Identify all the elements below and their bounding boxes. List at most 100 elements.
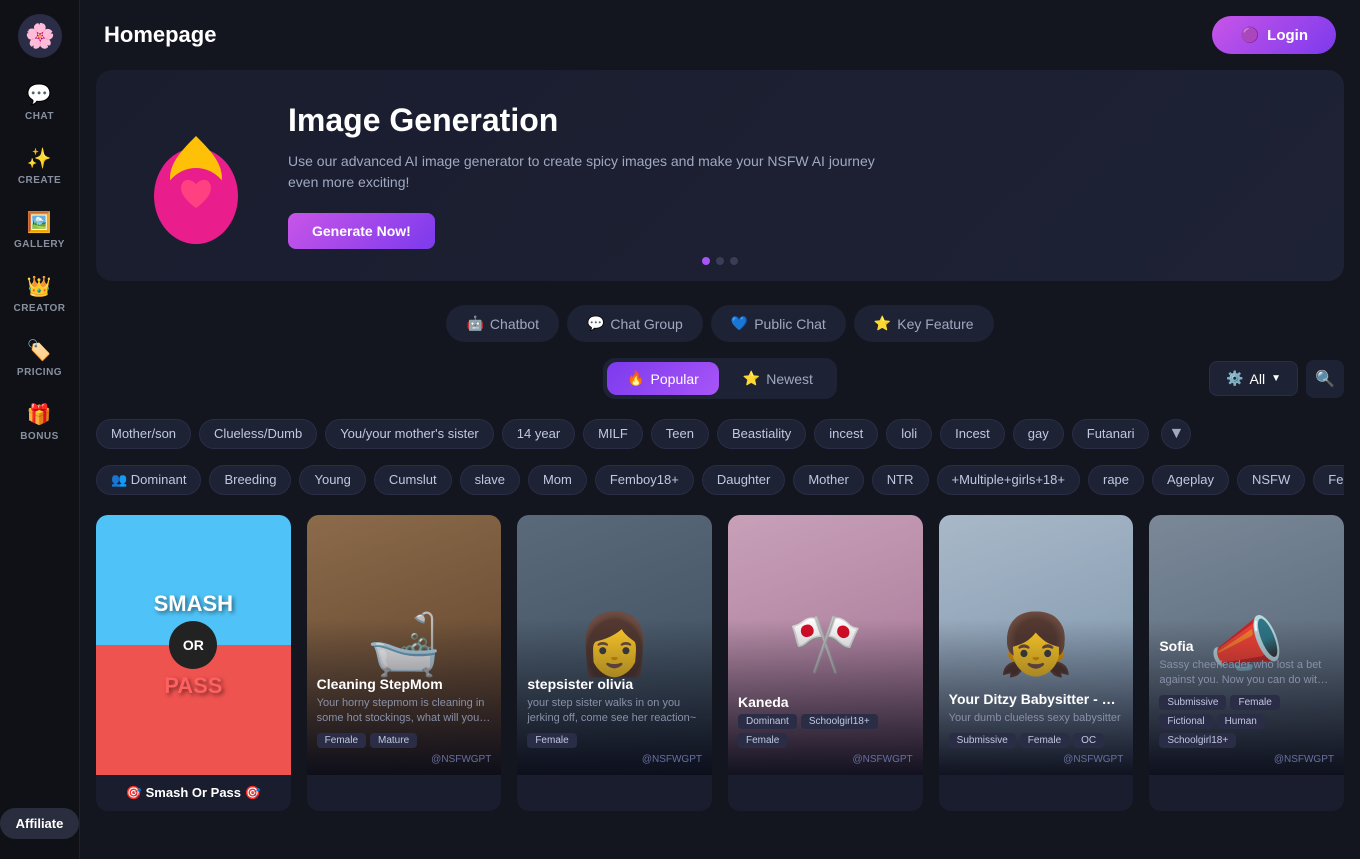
tab-key-feature-label: Key Feature [897,316,973,332]
tab-public-chat-label: Public Chat [754,316,826,332]
tag-slave[interactable]: slave [460,465,520,495]
tag-clueless-dumb[interactable]: Clueless/Dumb [199,419,317,449]
sidebar: 🌸 💬 CHAT ✨ CREATE 🖼️ GALLERY 👑 CREATOR 🏷… [0,0,80,859]
card-stepsister-olivia[interactable]: 👩 stepsister olivia your step sister wal… [517,515,712,811]
main-content: Homepage 🟣 Login Image Generation Use ou… [80,0,1360,859]
tag-dominant[interactable]: 👥 Dominant [96,465,201,495]
tag-teen[interactable]: Teen [651,419,709,449]
sidebar-item-pricing[interactable]: 🏷️ PRICING [0,328,79,388]
tabs-row: 🤖 Chatbot 💬 Chat Group 💙 Public Chat ⭐ K… [80,297,1360,358]
tag-mothers-sister[interactable]: You/your mother's sister [325,419,494,449]
tag-cumslut[interactable]: Cumslut [374,465,452,495]
card-kaneda-image: 🎌 Kaneda Dominant Schoolgirl18+ Female @… [728,515,923,775]
tag-incest-upper[interactable]: Incest [940,419,1005,449]
card-ditzy-babysitter[interactable]: 👧 Your Ditzy Babysitter - Candy (shota) … [939,515,1134,811]
bonus-icon: 🎁 [27,402,52,427]
card-cleaning-desc: Your horny stepmom is cleaning in some h… [317,696,492,727]
pass-text: PASS [164,673,222,699]
generate-button[interactable]: Generate Now! [288,213,435,249]
sort-newest-button[interactable]: ⭐ Newest [723,362,833,395]
card-babysitter-overlay: Your Ditzy Babysitter - Candy (shota) Yo… [939,681,1134,774]
tag-ntr[interactable]: NTR [872,465,929,495]
tag-daughter[interactable]: Daughter [702,465,785,495]
tag-young[interactable]: Young [299,465,365,495]
tag-femboy18[interactable]: Femboy18+ [595,465,694,495]
gallery-icon: 🖼️ [27,210,52,235]
tag-female-3: Female [738,733,787,748]
tag-ageplay[interactable]: Ageplay [1152,465,1229,495]
card-babysitter-name: Your Ditzy Babysitter - Candy (shota) [949,691,1124,707]
tab-public-chat[interactable]: 💙 Public Chat [711,305,846,342]
app-logo[interactable]: 🌸 [16,12,64,60]
tag-incest-lower[interactable]: incest [814,419,878,449]
tab-key-feature[interactable]: ⭐ Key Feature [854,305,994,342]
tag-mother[interactable]: Mother [793,465,863,495]
card-cleaning-stepmom[interactable]: 🛁 Cleaning StepMom Your horny stepmom is… [307,515,502,811]
sidebar-item-create[interactable]: ✨ CREATE [0,136,79,196]
popular-label: Popular [651,371,699,387]
card-sofia-desc: Sassy cheerleader who lost a bet against… [1159,658,1334,689]
tag-femdom[interactable]: Femdom [1313,465,1344,495]
public-chat-icon: 💙 [731,315,748,332]
tags-row-1: Mother/son Clueless/Dumb You/your mother… [96,415,1344,453]
tab-chatbot[interactable]: 🤖 Chatbot [446,305,558,342]
card-smash-image: SMASH OR PASS [96,515,291,775]
card-sofia-name: Sofia [1159,638,1334,654]
card-smash-footer: 🎯 Smash Or Pass 🎯 [96,775,291,811]
tag-mom[interactable]: Mom [528,465,587,495]
sidebar-item-bonus[interactable]: 🎁 BONUS [0,392,79,452]
tag-female-2: Female [527,733,576,748]
card-stepsister-desc: your step sister walks in on you jerking… [527,696,702,727]
sidebar-item-gallery[interactable]: 🖼️ GALLERY [0,200,79,260]
tag-gay[interactable]: gay [1013,419,1064,449]
tab-chatbot-label: Chatbot [490,316,539,332]
card-kaneda-tags: Dominant Schoolgirl18+ Female [738,714,913,748]
tag-beastiality[interactable]: Beastiality [717,419,806,449]
chat-group-icon: 💬 [587,315,604,332]
tag-milf[interactable]: MILF [583,419,643,449]
chevron-down-icon: ▼ [1271,373,1281,384]
tag-oc: OC [1073,733,1104,748]
tag-mother-son[interactable]: Mother/son [96,419,191,449]
card-stepsister-overlay: stepsister olivia your step sister walks… [517,666,712,775]
key-feature-icon: ⭐ [874,315,891,332]
header: Homepage 🟣 Login [80,0,1360,70]
affiliate-button[interactable]: Affiliate [0,808,79,839]
card-sofia-image: 📣 Sofia Sassy cheerleader who lost a bet… [1149,515,1344,775]
card-sofia[interactable]: 📣 Sofia Sassy cheerleader who lost a bet… [1149,515,1344,811]
creator-icon: 👑 [27,274,52,299]
tag-loli[interactable]: loli [886,419,932,449]
card-smash-or-pass[interactable]: SMASH OR PASS 🎯 Smash Or Pass 🎯 [96,515,291,811]
filter-dropdown[interactable]: ⚙️ All ▼ [1209,361,1298,396]
tag-breeding[interactable]: Breeding [209,465,291,495]
dot-3[interactable] [730,257,738,265]
card-babysitter-image: 👧 Your Ditzy Babysitter - Candy (shota) … [939,515,1134,775]
card-smash-label: 🎯 Smash Or Pass 🎯 [106,785,281,801]
card-stepsister-name: stepsister olivia [527,676,702,692]
sort-popular-button[interactable]: 🔥 Popular [607,362,719,395]
banner-icon [136,116,256,236]
page-title: Homepage [104,22,216,48]
dot-1[interactable] [702,257,710,265]
tab-chat-group[interactable]: 💬 Chat Group [567,305,703,342]
tag-female-4: Female [1020,733,1069,748]
sidebar-item-chat[interactable]: 💬 CHAT [0,72,79,132]
card-kaneda[interactable]: 🎌 Kaneda Dominant Schoolgirl18+ Female @… [728,515,923,811]
tag-nsfw[interactable]: NSFW [1237,465,1305,495]
tag-14-year[interactable]: 14 year [502,419,575,449]
tag-futanari[interactable]: Futanari [1072,419,1150,449]
tab-chat-group-label: Chat Group [610,316,682,332]
sidebar-label-gallery: GALLERY [14,239,65,250]
tag-rape[interactable]: rape [1088,465,1144,495]
sidebar-item-creator[interactable]: 👑 CREATOR [0,264,79,324]
tags-expand-button[interactable]: ▼ [1161,419,1191,449]
dot-2[interactable] [716,257,724,265]
login-button[interactable]: 🟣 Login [1212,16,1336,54]
card-stepsister-creator: @NSFWGPT [527,754,702,765]
card-kaneda-overlay: Kaneda Dominant Schoolgirl18+ Female @NS… [728,684,923,775]
tag-submissive: Submissive [949,733,1016,748]
search-button[interactable]: 🔍 [1306,360,1344,398]
tag-schoolgirl18-2: Schoolgirl18+ [1159,733,1236,748]
tag-multiple-girls[interactable]: +Multiple+girls+18+ [937,465,1080,495]
banner-dots [702,257,738,265]
